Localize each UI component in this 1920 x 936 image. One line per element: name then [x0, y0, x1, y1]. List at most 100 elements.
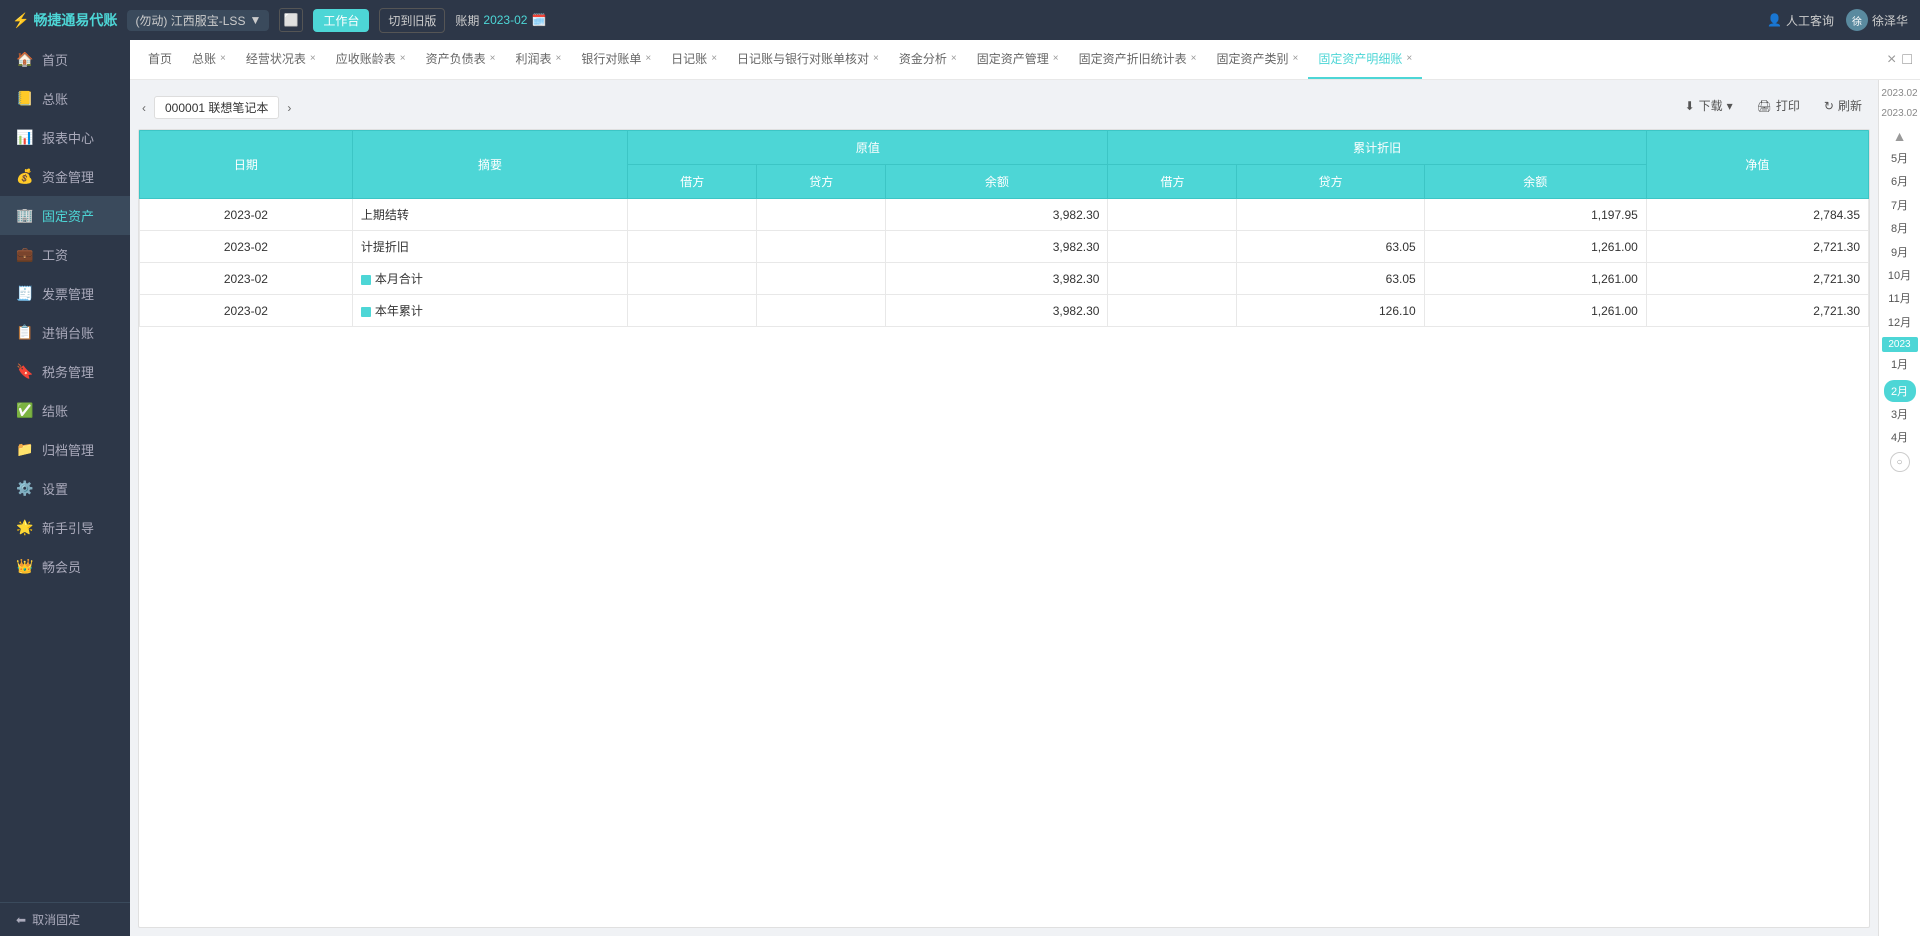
tab-close-bank[interactable]: × [645, 53, 651, 64]
tab-close-operations[interactable]: × [310, 53, 316, 64]
copy-button[interactable]: ⬜ [279, 8, 303, 32]
cell-orig-credit [757, 295, 886, 327]
print-button[interactable]: 🖨 打印 [1749, 94, 1808, 117]
tab-reconciliation[interactable]: 日记账与银行对账单核对 × [727, 41, 889, 79]
sidebar-bottom: ⬅ 取消固定 [0, 902, 130, 936]
panel-month-1[interactable]: 1月 [1879, 354, 1920, 377]
tab-bar: 首页 总账 × 经营状况表 × 应收账龄表 × 资产负债表 × [130, 40, 1920, 80]
restore-tabs-button[interactable]: □ [1902, 51, 1912, 69]
tab-fa-depreciation[interactable]: 固定资产折旧统计表 × [1069, 41, 1207, 79]
panel-month-2-active[interactable]: 2月 [1884, 380, 1916, 402]
sidebar-item-tax[interactable]: 🔖 税务管理 [0, 352, 130, 391]
workbench-button[interactable]: 工作台 [313, 9, 369, 32]
user-service-button[interactable]: 👤 人工客询 [1767, 12, 1834, 29]
panel-month-11[interactable]: 11月 [1879, 288, 1920, 311]
tab-close-fa-detail[interactable]: × [1406, 53, 1412, 64]
cell-dep-balance: 1,261.00 [1424, 263, 1646, 295]
col-header-depreciation-group: 累计折旧 [1108, 131, 1646, 165]
cell-date: 2023-02 [140, 263, 353, 295]
sidebar-item-fixed-assets[interactable]: 🏢 固定资产 [0, 196, 130, 235]
panel-month-12[interactable]: 12月 [1879, 312, 1920, 335]
fixed-asset-detail-table: 日期 摘要 原值 累计折旧 净值 借方 贷方 余额 [138, 129, 1870, 928]
cell-net-value: 2,721.30 [1646, 295, 1868, 327]
asset-tag: 000001 联想笔记本 [154, 96, 279, 119]
close-all-tabs-button[interactable]: × [1887, 51, 1896, 69]
sidebar-item-salary[interactable]: 💼 工资 [0, 235, 130, 274]
panel-month-9[interactable]: 9月 [1879, 242, 1920, 265]
sidebar-item-reports[interactable]: 📊 报表中心 [0, 118, 130, 157]
cell-orig-balance: 3,982.30 [886, 263, 1108, 295]
tab-close-journal[interactable]: × [711, 53, 717, 64]
sidebar-item-ledger[interactable]: 📒 总账 [0, 79, 130, 118]
tab-journal[interactable]: 日记账 × [661, 41, 727, 79]
sidebar-item-settings[interactable]: ⚙️ 设置 [0, 469, 130, 508]
tab-balance-sheet[interactable]: 资产负债表 × [416, 41, 506, 79]
sidebar-item-vip[interactable]: 👑 畅会员 [0, 547, 130, 586]
tab-fund-analysis[interactable]: 资金分析 × [889, 41, 967, 79]
panel-circle-button[interactable]: ○ [1890, 452, 1910, 472]
cell-orig-debit [628, 295, 757, 327]
sidebar-item-archive[interactable]: 📁 归档管理 [0, 430, 130, 469]
home-icon: 🏠 [16, 51, 34, 68]
prev-asset-button[interactable]: ‹ [138, 99, 150, 117]
tab-close-profit[interactable]: × [555, 53, 561, 64]
col-header-date: 日期 [140, 131, 353, 199]
sidebar-item-sales[interactable]: 📋 进销台账 [0, 313, 130, 352]
col-header-orig-debit: 借方 [628, 165, 757, 199]
sidebar-item-invoice[interactable]: 🧾 发票管理 [0, 274, 130, 313]
table-row: 2023-02 本年累计 3,982.30 126.10 1,261.00 2,… [140, 295, 1869, 327]
panel-month-4[interactable]: 4月 [1879, 427, 1920, 450]
sidebar-item-label: 固定资产 [42, 206, 94, 225]
user-avatar[interactable]: 徐 徐泽华 [1846, 9, 1908, 31]
sidebar-item-label: 归档管理 [42, 440, 94, 459]
fixed-assets-icon: 🏢 [16, 207, 34, 224]
unpin-button[interactable]: ⬅ 取消固定 [0, 903, 130, 936]
sidebar-item-funds[interactable]: 💰 资金管理 [0, 157, 130, 196]
tab-close-ledger[interactable]: × [220, 53, 226, 64]
tab-close-fund[interactable]: × [951, 53, 957, 64]
sidebar-item-label: 畅会员 [42, 557, 81, 576]
download-button[interactable]: ⬇ 下载 ▾ [1677, 94, 1741, 117]
tab-ar-aging[interactable]: 应收账龄表 × [326, 41, 416, 79]
cell-net-value: 2,721.30 [1646, 263, 1868, 295]
cell-dep-balance: 1,261.00 [1424, 295, 1646, 327]
tab-actions: × □ [1887, 51, 1912, 69]
sidebar-item-guide[interactable]: 🌟 新手引导 [0, 508, 130, 547]
tab-close-fa-dep[interactable]: × [1191, 53, 1197, 64]
tab-operations[interactable]: 经营状况表 × [236, 41, 326, 79]
sidebar-item-home[interactable]: 🏠 首页 [0, 40, 130, 79]
tab-bank-statement[interactable]: 银行对账单 × [571, 41, 661, 79]
company-selector[interactable]: (勿动) 江西服宝-LSS ▼ [127, 10, 269, 31]
tab-close-reconcile[interactable]: × [873, 53, 879, 64]
panel-month-5[interactable]: 5月 [1879, 148, 1920, 171]
tab-close-balance[interactable]: × [490, 53, 496, 64]
sidebar-item-checkout[interactable]: ✅ 结账 [0, 391, 130, 430]
tab-fa-manage[interactable]: 固定资产管理 × [967, 41, 1069, 79]
sales-icon: 📋 [16, 324, 34, 341]
panel-month-10[interactable]: 10月 [1879, 265, 1920, 288]
tab-profit[interactable]: 利润表 × [505, 41, 571, 79]
refresh-button[interactable]: ↻ 刷新 [1816, 94, 1870, 117]
cell-summary: 本年累计 [352, 295, 627, 327]
tab-fa-category[interactable]: 固定资产类别 × [1206, 41, 1308, 79]
next-asset-button[interactable]: › [283, 99, 295, 117]
row-tag [361, 275, 371, 285]
cell-summary: 本月合计 [352, 263, 627, 295]
tab-close-ar-aging[interactable]: × [400, 53, 406, 64]
tab-close-fa-cat[interactable]: × [1292, 53, 1298, 64]
col-header-orig-balance: 余额 [886, 165, 1108, 199]
tab-home[interactable]: 首页 [138, 41, 182, 79]
panel-month-8[interactable]: 8月 [1879, 218, 1920, 241]
panel-month-7[interactable]: 7月 [1879, 195, 1920, 218]
panel-month-6[interactable]: 6月 [1879, 171, 1920, 194]
sidebar-item-label: 新手引导 [42, 518, 94, 537]
cell-dep-balance: 1,261.00 [1424, 231, 1646, 263]
archive-icon: 📁 [16, 441, 34, 458]
cell-dep-debit [1108, 295, 1237, 327]
panel-nav-up[interactable]: ▲ [1889, 124, 1911, 148]
tab-fa-detail[interactable]: 固定资产明细账 × [1308, 41, 1422, 79]
tab-ledger[interactable]: 总账 × [182, 41, 236, 79]
panel-month-3[interactable]: 3月 [1879, 404, 1920, 427]
tab-close-fa-manage[interactable]: × [1053, 53, 1059, 64]
switch-old-button[interactable]: 切到旧版 [379, 8, 445, 33]
